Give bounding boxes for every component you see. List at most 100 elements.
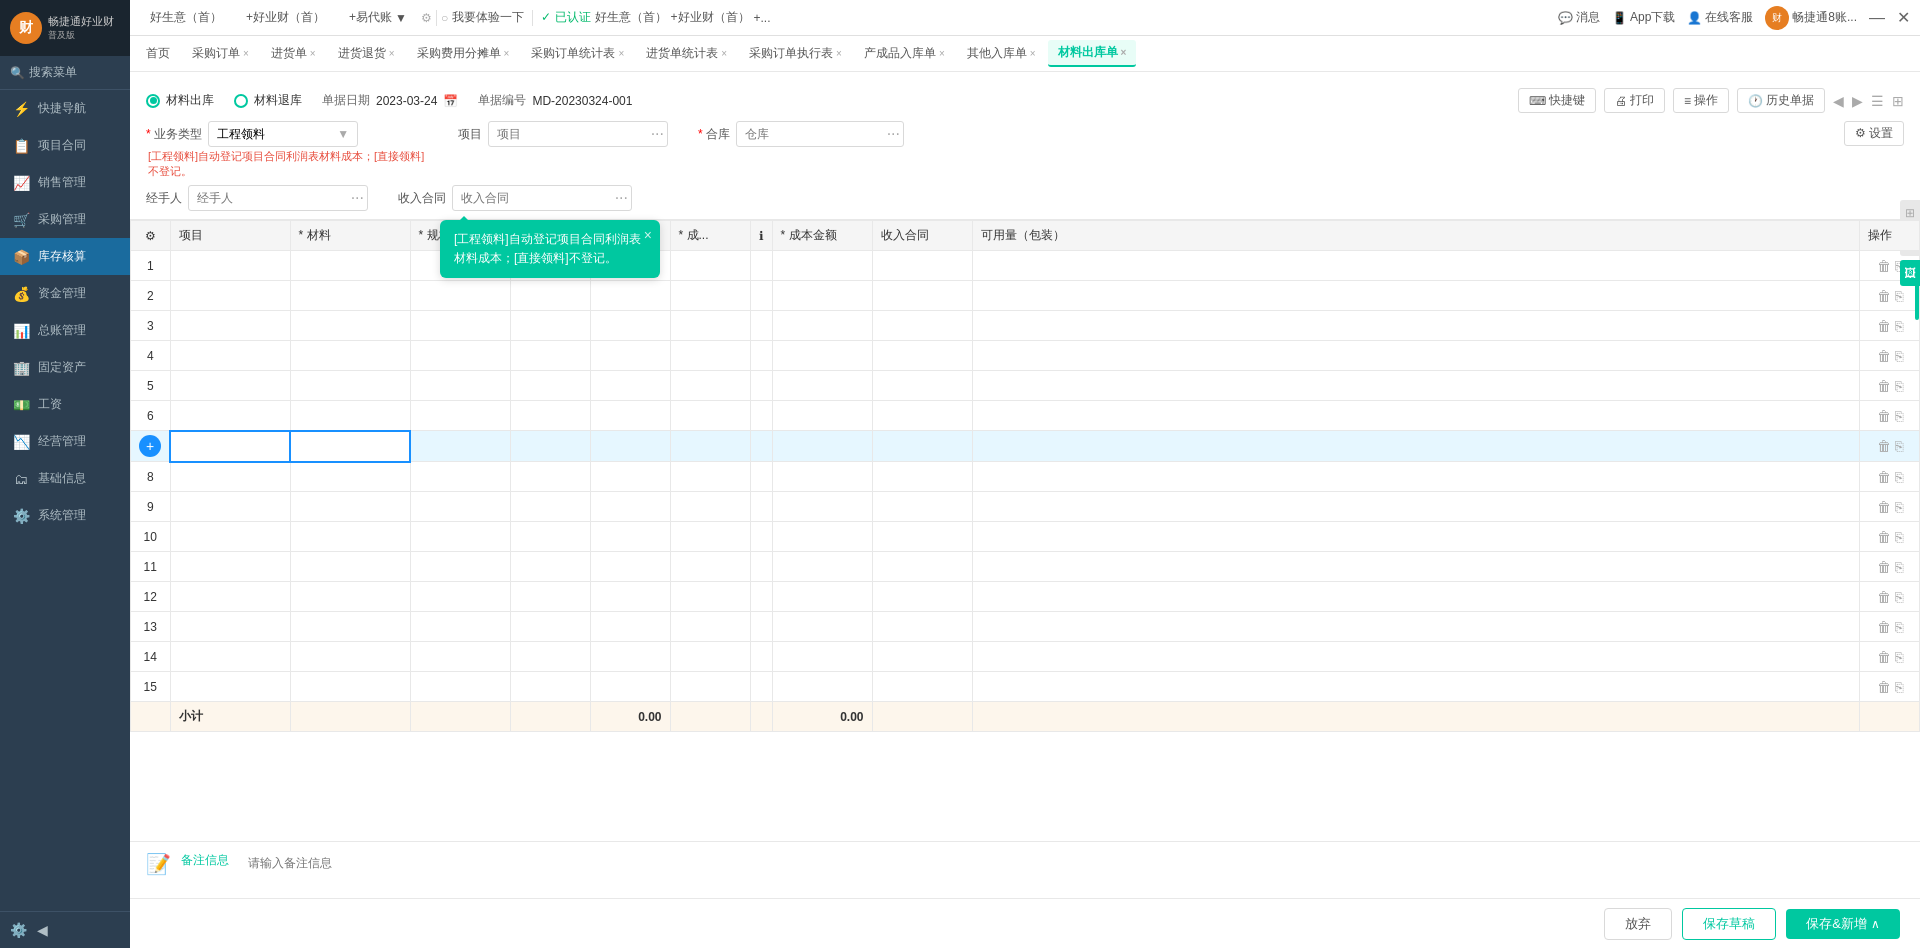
sidebar-item-quick-nav[interactable]: ⚡ 快捷导航 bbox=[0, 90, 130, 127]
project-input[interactable] bbox=[488, 121, 668, 147]
row-copy-btn[interactable]: ⎘ bbox=[1895, 378, 1903, 394]
row-copy-btn[interactable]: ⎘ bbox=[1895, 529, 1903, 545]
tab-home[interactable]: 首页 bbox=[136, 41, 180, 66]
view-toggle-list[interactable]: ☰ bbox=[1871, 93, 1884, 109]
tab-close-purchase-in[interactable]: × bbox=[310, 48, 316, 59]
tab-purchase-return[interactable]: 进货退货 × bbox=[328, 41, 405, 66]
col-available[interactable]: 可用量（包装） bbox=[972, 221, 1860, 251]
tab-close-purchase-fee[interactable]: × bbox=[504, 48, 510, 59]
business-type-select[interactable]: 工程领料 ▼ bbox=[208, 121, 358, 147]
radio-material-out[interactable]: 材料出库 bbox=[146, 92, 214, 109]
save-new-button[interactable]: 保存&新增 ∧ bbox=[1786, 909, 1900, 939]
experience-label[interactable]: 我要体验一下 bbox=[452, 9, 524, 26]
warehouse-input[interactable] bbox=[736, 121, 904, 147]
handler-input[interactable] bbox=[188, 185, 368, 211]
row-delete-btn[interactable]: 🗑 bbox=[1877, 679, 1891, 695]
sidebar-search[interactable]: 🔍 搜索菜单 bbox=[0, 56, 130, 90]
row-1-cost-amount[interactable] bbox=[772, 251, 872, 281]
row-copy-btn[interactable]: ⎘ bbox=[1895, 499, 1903, 515]
row-copy-btn[interactable]: ⎘ bbox=[1895, 559, 1903, 575]
tab-other-in[interactable]: 其他入库单 × bbox=[957, 41, 1046, 66]
row-delete-btn[interactable]: 🗑 bbox=[1877, 649, 1891, 665]
topbar-nav-item-yidaizhang[interactable]: +易代账 ▼ bbox=[339, 5, 417, 30]
row-delete-btn[interactable]: 🗑 bbox=[1877, 348, 1891, 364]
col-material[interactable]: * 材料 bbox=[290, 221, 410, 251]
tab-close-purchase-in-stat[interactable]: × bbox=[721, 48, 727, 59]
row-delete-btn[interactable]: 🗑 bbox=[1877, 499, 1891, 515]
sidebar-item-sales[interactable]: 📈 销售管理 bbox=[0, 164, 130, 201]
row-delete-btn[interactable]: 🗑 bbox=[1877, 559, 1891, 575]
sidebar-item-payroll[interactable]: 💵 工资 bbox=[0, 386, 130, 423]
online-service-btn[interactable]: 👤 在线客服 bbox=[1687, 9, 1753, 26]
handler-dots-btn[interactable]: ··· bbox=[351, 189, 364, 207]
row-copy-btn[interactable]: ⎘ bbox=[1895, 469, 1903, 485]
tab-product-in[interactable]: 产成品入库单 × bbox=[854, 41, 955, 66]
col-cost[interactable]: * 成... bbox=[670, 221, 750, 251]
sidebar-item-finance[interactable]: 💰 资金管理 bbox=[0, 275, 130, 312]
topbar-nav-item-haoyecai[interactable]: +好业财（首） bbox=[236, 5, 335, 30]
radio-btn-out[interactable] bbox=[146, 94, 160, 108]
window-minimize-btn[interactable]: — bbox=[1869, 9, 1885, 27]
tooltip-close-btn[interactable]: × bbox=[644, 224, 652, 246]
row-delete-btn[interactable]: 🗑 bbox=[1877, 529, 1891, 545]
sidebar-item-system[interactable]: ⚙️ 系统管理 bbox=[0, 497, 130, 534]
row-copy-btn[interactable]: ⎘ bbox=[1895, 679, 1903, 695]
row-copy-btn[interactable]: ⎘ bbox=[1895, 408, 1903, 424]
save-draft-button[interactable]: 保存草稿 bbox=[1682, 908, 1776, 940]
row-delete-btn[interactable]: 🗑 bbox=[1877, 288, 1891, 304]
row-1-cost[interactable] bbox=[670, 251, 750, 281]
tab-close-other-in[interactable]: × bbox=[1030, 48, 1036, 59]
income-contract-input[interactable] bbox=[452, 185, 632, 211]
tab-purchase-in-stat[interactable]: 进货单统计表 × bbox=[636, 41, 737, 66]
col-project[interactable]: 项目 bbox=[170, 221, 290, 251]
row-copy-btn[interactable]: ⎘ bbox=[1895, 438, 1903, 454]
tab-close-material-out[interactable]: × bbox=[1121, 47, 1127, 58]
row-copy-btn[interactable]: ⎘ bbox=[1895, 348, 1903, 364]
prev-doc-btn[interactable]: ◀ bbox=[1833, 93, 1844, 109]
topbar-more[interactable]: +... bbox=[754, 11, 771, 25]
row-copy-btn[interactable]: ⎘ bbox=[1895, 649, 1903, 665]
topbar-nav-item-haoshengyi[interactable]: 好生意（首） bbox=[140, 5, 232, 30]
history-btn[interactable]: 🕐 历史单据 bbox=[1737, 88, 1825, 113]
col-cost-amount[interactable]: * 成本金额 bbox=[772, 221, 872, 251]
window-close-btn[interactable]: ✕ bbox=[1897, 8, 1910, 27]
topbar-extra2[interactable]: +好业财（首） bbox=[671, 9, 750, 26]
tab-close-purchase-order[interactable]: × bbox=[243, 48, 249, 59]
row-delete-btn[interactable]: 🗑 bbox=[1877, 469, 1891, 485]
row-copy-btn[interactable]: ⎘ bbox=[1895, 619, 1903, 635]
sidebar-item-inventory[interactable]: 📦 库存核算 bbox=[0, 238, 130, 275]
tab-material-out[interactable]: 材料出库单 × bbox=[1048, 40, 1137, 67]
row-copy-btn[interactable]: ⎘ bbox=[1895, 318, 1903, 334]
row-delete-btn[interactable]: 🗑 bbox=[1877, 408, 1891, 424]
tab-purchase-exec[interactable]: 采购订单执行表 × bbox=[739, 41, 852, 66]
next-doc-btn[interactable]: ▶ bbox=[1852, 93, 1863, 109]
row-delete-btn[interactable]: 🗑 bbox=[1877, 378, 1891, 394]
row-1-available[interactable] bbox=[972, 251, 1860, 281]
income-contract-dots-btn[interactable]: ··· bbox=[615, 189, 628, 207]
discard-button[interactable]: 放弃 bbox=[1604, 908, 1672, 940]
row-copy-btn[interactable]: ⎘ bbox=[1895, 288, 1903, 304]
operate-btn[interactable]: ≡ 操作 bbox=[1673, 88, 1729, 113]
right-panel-icon-3[interactable]: 🖼 bbox=[1900, 260, 1920, 286]
quick-key-btn[interactable]: ⌨ 快捷键 bbox=[1518, 88, 1596, 113]
row-delete-btn[interactable]: 🗑 bbox=[1877, 438, 1891, 454]
col-income-contract[interactable]: 收入合同 bbox=[872, 221, 972, 251]
row-1-delete-btn[interactable]: 🗑 bbox=[1877, 258, 1891, 274]
row-delete-btn[interactable]: 🗑 bbox=[1877, 619, 1891, 635]
user-avatar[interactable]: 财 畅捷通8账... bbox=[1765, 6, 1857, 30]
view-toggle-grid[interactable]: ⊞ bbox=[1892, 93, 1904, 109]
settings-gear-icon[interactable]: ⚙ bbox=[421, 11, 432, 25]
settings-icon[interactable]: ⚙️ bbox=[10, 922, 27, 938]
tab-close-purchase-exec[interactable]: × bbox=[836, 48, 842, 59]
row-1-project[interactable] bbox=[170, 251, 290, 281]
tab-purchase-stat[interactable]: 采购订单统计表 × bbox=[521, 41, 634, 66]
tab-purchase-in[interactable]: 进货单 × bbox=[261, 41, 326, 66]
row-copy-btn[interactable]: ⎘ bbox=[1895, 589, 1903, 605]
tab-purchase-order[interactable]: 采购订单 × bbox=[182, 41, 259, 66]
row-delete-btn[interactable]: 🗑 bbox=[1877, 318, 1891, 334]
tab-close-purchase-return[interactable]: × bbox=[389, 48, 395, 59]
tab-close-purchase-stat[interactable]: × bbox=[618, 48, 624, 59]
sidebar-item-basic-info[interactable]: 🗂 基础信息 bbox=[0, 460, 130, 497]
sidebar-item-operations[interactable]: 📉 经营管理 bbox=[0, 423, 130, 460]
sidebar-item-purchase[interactable]: 🛒 采购管理 bbox=[0, 201, 130, 238]
